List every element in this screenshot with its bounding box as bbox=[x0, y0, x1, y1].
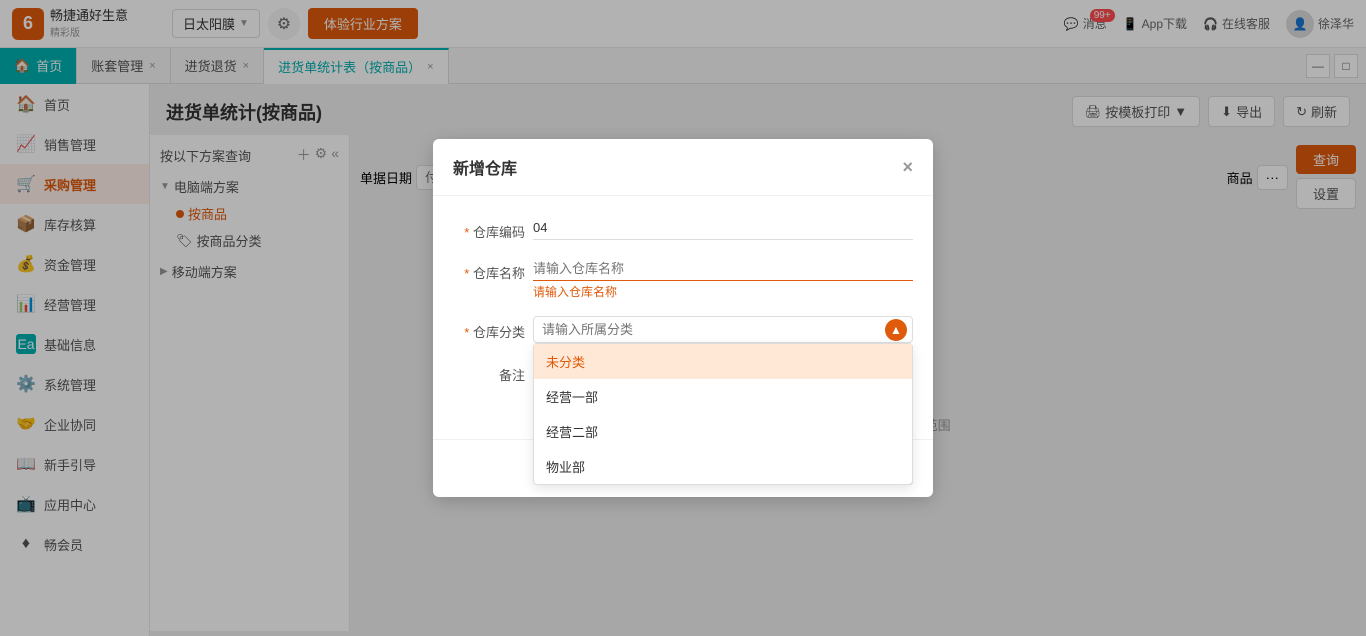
category-toggle-button[interactable]: ▲ bbox=[885, 319, 907, 341]
category-input[interactable] bbox=[533, 316, 913, 343]
name-field-row: * 仓库名称 请输入仓库名称 bbox=[453, 257, 913, 300]
code-field-row: * 仓库编码 bbox=[453, 216, 913, 241]
name-field: 请输入仓库名称 bbox=[533, 257, 913, 300]
dropdown-item-2[interactable]: 经营二部 bbox=[534, 414, 912, 449]
dialog-body: * 仓库编码 * 仓库名称 请输入仓库名称 * 仓库分类 bbox=[433, 196, 933, 439]
name-error-msg: 请输入仓库名称 bbox=[533, 283, 913, 300]
new-warehouse-dialog: 新增仓库 × * 仓库编码 * 仓库名称 请输入仓库名称 bbox=[433, 139, 933, 497]
category-field: ▲ 未分类 经营一部 经营二部 物业部 bbox=[533, 316, 913, 343]
notes-label: 备注 bbox=[453, 359, 533, 384]
dropdown-item-0[interactable]: 未分类 bbox=[534, 344, 912, 379]
dialog-header: 新增仓库 × bbox=[433, 139, 933, 196]
name-label: * 仓库名称 bbox=[453, 257, 533, 282]
code-label: * 仓库编码 bbox=[453, 216, 533, 241]
dropdown-item-3[interactable]: 物业部 bbox=[534, 449, 912, 484]
name-input[interactable] bbox=[533, 257, 913, 281]
code-input[interactable] bbox=[533, 216, 913, 240]
code-field bbox=[533, 216, 913, 240]
category-label: * 仓库分类 bbox=[453, 316, 533, 341]
dropdown-item-1[interactable]: 经营一部 bbox=[534, 379, 912, 414]
dialog-close-button[interactable]: × bbox=[902, 157, 913, 178]
category-dropdown: 未分类 经营一部 经营二部 物业部 bbox=[533, 343, 913, 485]
dialog-title: 新增仓库 bbox=[453, 155, 517, 179]
category-field-row: * 仓库分类 ▲ 未分类 经营一部 经营二部 物业部 bbox=[453, 316, 913, 343]
